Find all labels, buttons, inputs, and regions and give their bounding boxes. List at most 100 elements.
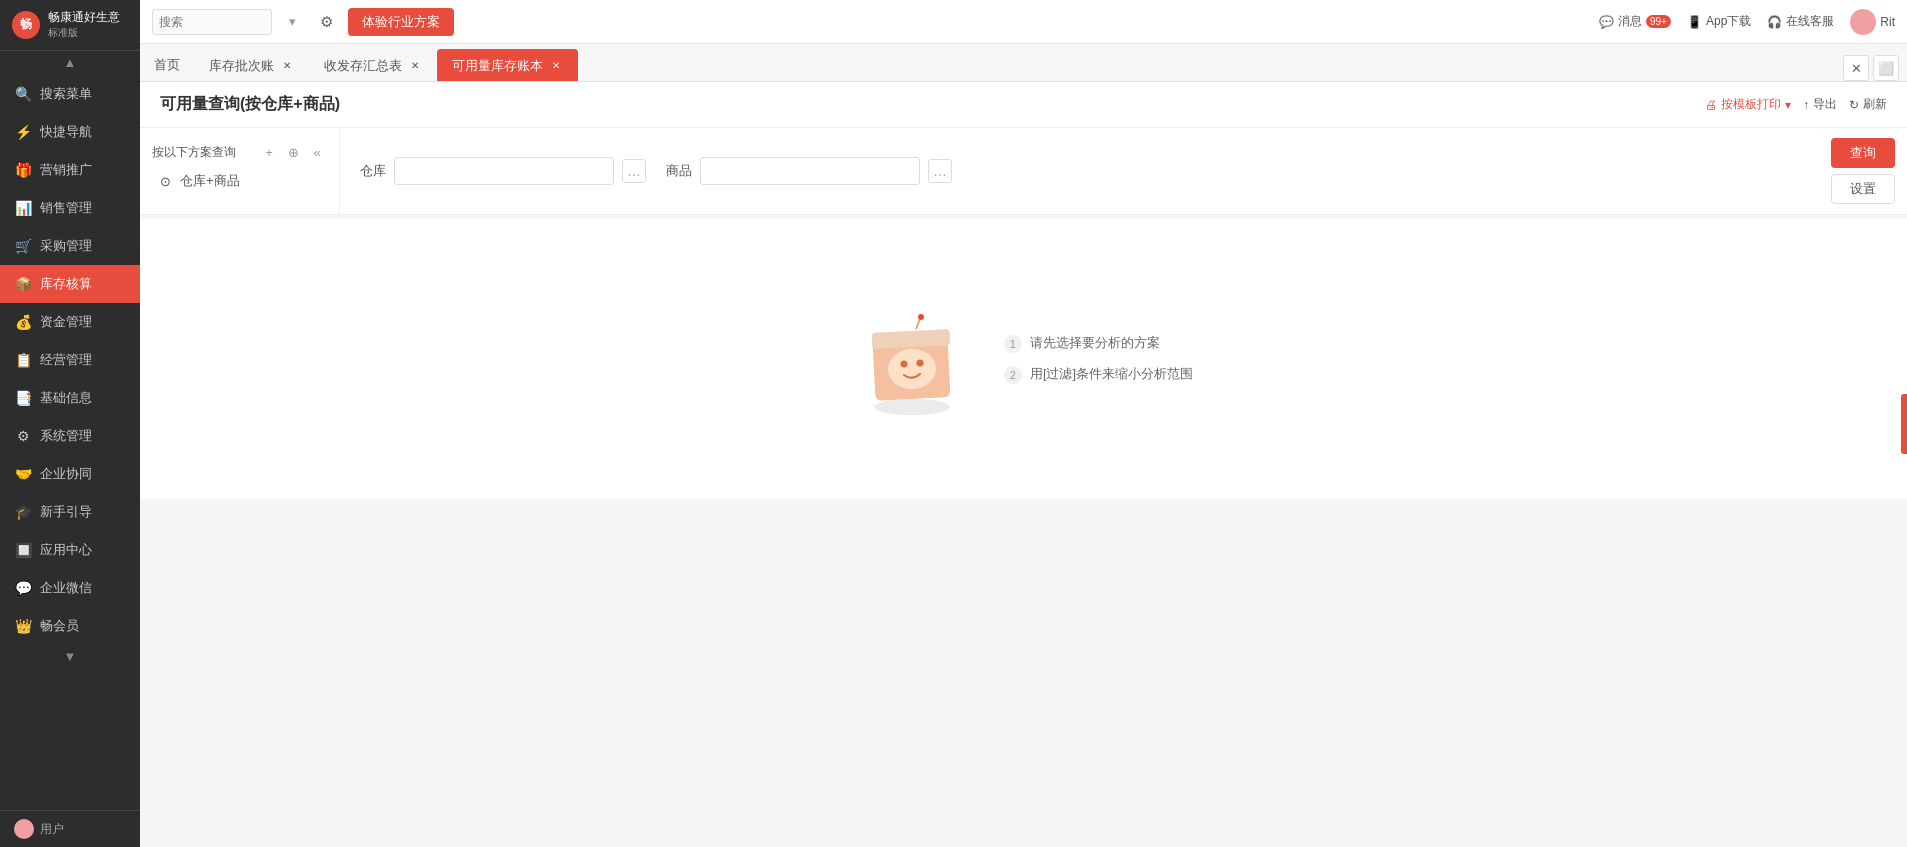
filter-goods-more-btn[interactable]: … [928,159,952,183]
scheme-dot-icon: ⊙ [156,172,174,190]
collapse-btn[interactable]: « [307,142,327,162]
topbar-dropdown-btn[interactable]: ▾ [280,10,304,34]
app-download-btn[interactable]: 📱 App下载 [1687,13,1751,30]
message-icon: 💬 [1599,15,1614,29]
vip-icon: 👑 [14,617,32,635]
scroll-up-btn[interactable]: ▲ [0,51,140,75]
refresh-btn[interactable]: ↻ 刷新 [1849,96,1887,113]
sidebar-item-quicknav[interactable]: ⚡ 快捷导航 [0,113,140,151]
query-btn[interactable]: 查询 [1831,138,1895,168]
topbar: ▾ ⚙ 体验行业方案 💬 消息 99+ 📱 App下载 🎧 在线客服 Rit [140,0,1907,44]
filter-goods: 商品 … [666,157,952,185]
export-label: 导出 [1813,96,1837,113]
sidebar-nav: ▲ 🔍 搜索菜单 ⚡ 快捷导航 🎁 营销推广 📊 销售管理 🛒 采购管理 📦 库… [0,51,140,810]
sidebar-item-sales-label: 销售管理 [40,199,92,217]
sidebar-item-purchase-label: 采购管理 [40,237,92,255]
settings-circle-icon: ⊕ [288,145,299,160]
svg-line-6 [916,319,920,329]
svg-point-4 [900,361,907,368]
scheme-item-warehouse-goods[interactable]: ⊙ 仓库+商品 [140,166,339,196]
print-btn[interactable]: 🖨 按模板打印 ▾ [1705,96,1791,113]
purchase-icon: 🛒 [14,237,32,255]
print-icon: 🖨 [1705,98,1717,112]
messages-btn[interactable]: 💬 消息 99+ [1599,13,1671,30]
sidebar-item-newbie-label: 新手引导 [40,503,92,521]
tab-maximize-btn[interactable]: ⬜ [1873,55,1899,81]
scroll-down-btn[interactable]: ▼ [0,645,140,669]
sidebar-item-purchase[interactable]: 🛒 采购管理 [0,227,140,265]
system-icon: ⚙ [14,427,32,445]
add-scheme-btn[interactable]: + [259,142,279,162]
operations-icon: 📋 [14,351,32,369]
settings-btn[interactable]: 设置 [1831,174,1895,204]
tab-home[interactable]: 首页 [140,49,194,81]
sidebar-bottom-user[interactable]: 用户 [0,810,140,847]
sidebar-item-marketing[interactable]: 🎁 营销推广 [0,151,140,189]
tab-batch-account[interactable]: 库存批次账 ✕ [194,49,309,81]
online-service-btn[interactable]: 🎧 在线客服 [1767,13,1834,30]
chevron-down-icon: ▾ [289,14,296,29]
print-label: 按模板打印 [1721,96,1781,113]
topbar-search-input[interactable] [152,9,272,35]
messages-badge: 99+ [1646,15,1671,28]
tab-batch-account-close[interactable]: ✕ [280,59,294,73]
query-schemes: 按以下方案查询 + ⊕ « ⊙ 仓库+商 [140,128,340,214]
sidebar-item-basic-label: 基础信息 [40,389,92,407]
sidebar-item-finance[interactable]: 💰 资金管理 [0,303,140,341]
sidebar-header: 畅 畅康通好生意 标准版 [0,0,140,51]
filter-warehouse-more-btn[interactable]: … [622,159,646,183]
basic-icon: 📑 [14,389,32,407]
service-label: 在线客服 [1786,13,1834,30]
search-icon: 🔍 [14,85,32,103]
sidebar-item-vip[interactable]: 👑 畅会员 [0,607,140,645]
svg-point-5 [916,360,923,367]
tab-collect-summary-label: 收发存汇总表 [324,57,402,75]
filter-warehouse-input[interactable] [394,157,614,185]
sidebar-item-enterprise[interactable]: 🤝 企业协同 [0,455,140,493]
sidebar-item-inventory-label: 库存核算 [40,275,92,293]
sidebar-item-appcenter[interactable]: 🔲 应用中心 [0,531,140,569]
industry-btn[interactable]: 体验行业方案 [348,8,454,36]
collapse-icon: « [313,145,320,160]
sidebar-item-wechat[interactable]: 💬 企业微信 [0,569,140,607]
hint-text-2: 用[过滤]条件来缩小分析范围 [1030,365,1193,383]
app-version: 标准版 [48,26,120,40]
empty-svg [854,299,974,419]
sidebar-item-operations[interactable]: 📋 经营管理 [0,341,140,379]
topbar-gear-btn[interactable]: ⚙ [312,8,340,36]
sidebar-item-newbie[interactable]: 🎓 新手引导 [0,493,140,531]
sidebar-item-system[interactable]: ⚙ 系统管理 [0,417,140,455]
refresh-icon: ↻ [1849,98,1859,112]
tab-available-inventory[interactable]: 可用量库存账本 ✕ [437,49,578,81]
filter-goods-input[interactable] [700,157,920,185]
empty-text: 1 请先选择要分析的方案 2 用[过滤]条件来缩小分析范围 [1004,334,1193,384]
page-title: 可用量查询(按仓库+商品) [160,94,340,115]
sidebar-item-operations-label: 经营管理 [40,351,92,369]
add-icon: + [265,145,273,160]
tab-available-inventory-close[interactable]: ✕ [549,59,563,73]
enterprise-icon: 🤝 [14,465,32,483]
sidebar-item-sales[interactable]: 📊 销售管理 [0,189,140,227]
scheme-settings-btn[interactable]: ⊕ [283,142,303,162]
quicknav-icon: ⚡ [14,123,32,141]
tab-collect-summary[interactable]: 收发存汇总表 ✕ [309,49,437,81]
export-icon: ↑ [1803,98,1809,112]
user-menu-btn[interactable]: Rit [1850,9,1895,35]
inventory-icon: 📦 [14,275,32,293]
print-dropdown-icon: ▾ [1785,98,1791,112]
sidebar-item-basic[interactable]: 📑 基础信息 [0,379,140,417]
sidebar-item-finance-label: 资金管理 [40,313,92,331]
app-logo: 畅 [12,11,40,39]
avatar [1850,9,1876,35]
sidebar-item-search[interactable]: 🔍 搜索菜单 [0,75,140,113]
hint-num-1: 1 [1004,335,1022,353]
maximize-icon: ⬜ [1878,61,1894,76]
messages-label: 消息 [1618,13,1642,30]
export-btn[interactable]: ↑ 导出 [1803,96,1837,113]
sidebar-item-inventory[interactable]: 📦 库存核算 [0,265,140,303]
sales-icon: 📊 [14,199,32,217]
tab-close-all-btn[interactable]: ✕ [1843,55,1869,81]
svg-point-7 [918,314,924,320]
tab-collect-summary-close[interactable]: ✕ [408,59,422,73]
main-content: ▾ ⚙ 体验行业方案 💬 消息 99+ 📱 App下载 🎧 在线客服 Rit [140,0,1907,847]
